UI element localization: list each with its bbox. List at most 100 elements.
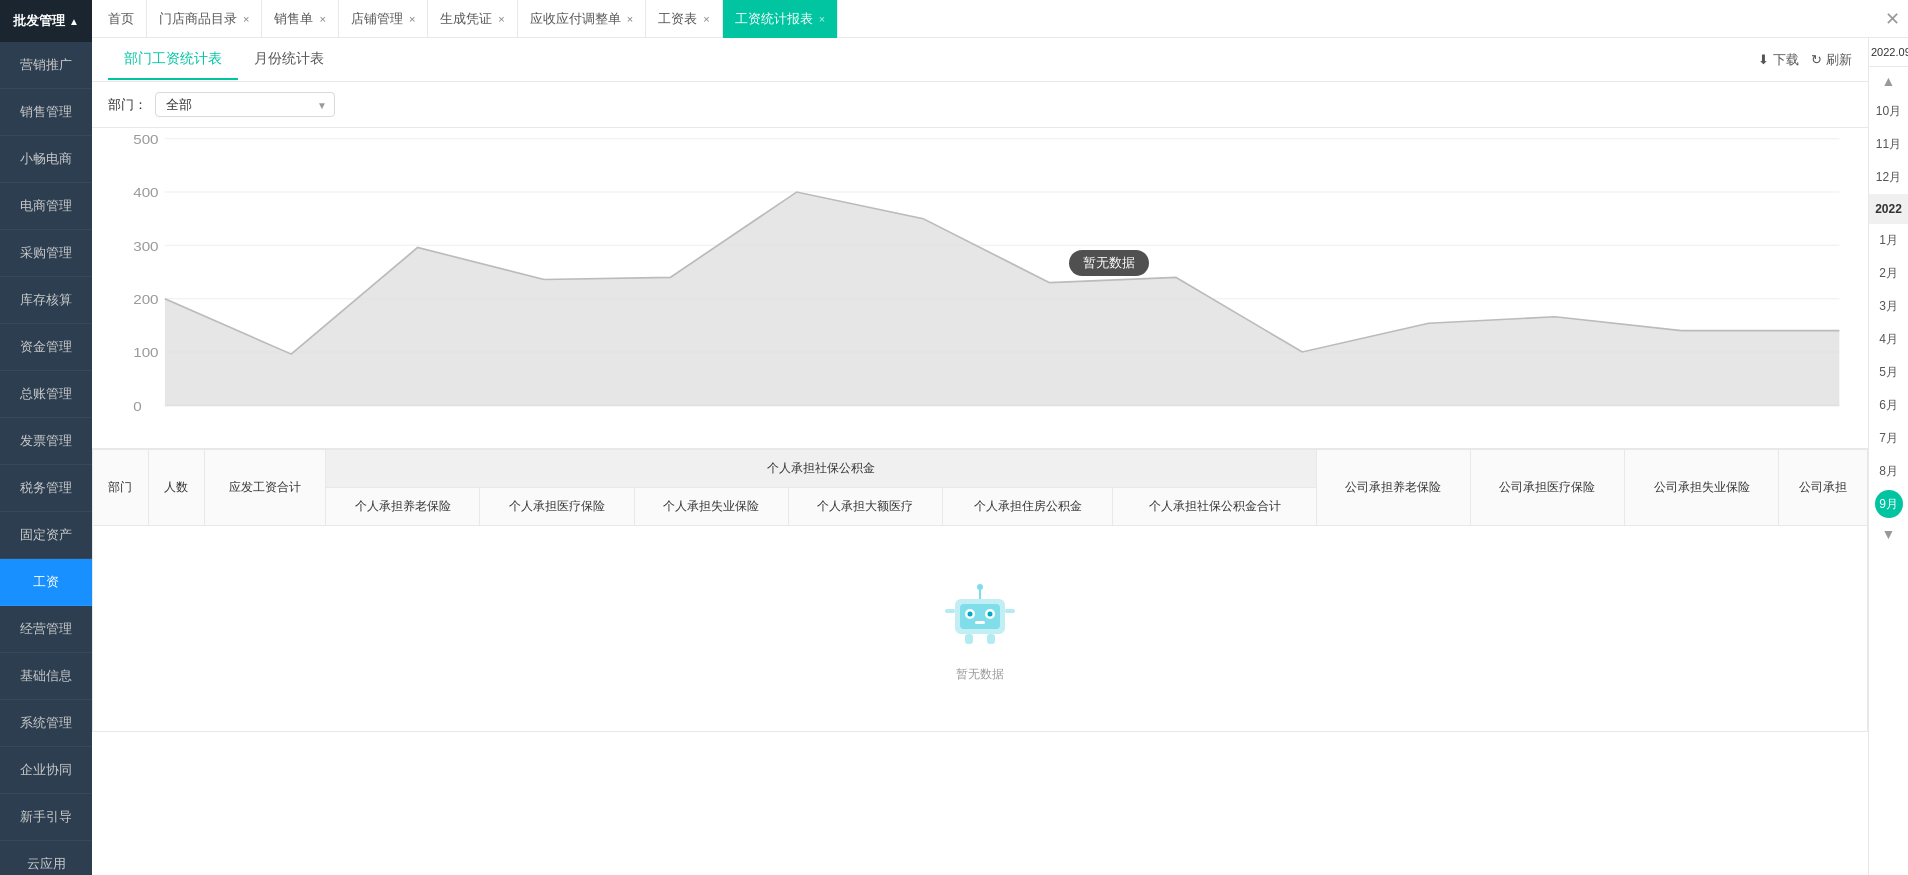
tab-label-home: 首页 bbox=[108, 10, 134, 28]
rs-month-11月[interactable]: 11月 bbox=[1869, 128, 1908, 161]
download-label: 下载 bbox=[1773, 51, 1799, 69]
tab-produce-cert[interactable]: 生成凭证× bbox=[428, 0, 517, 38]
table-area[interactable]: 部门 人数 应发工资合计 个人承担社保公积金 公司承担养老保险 公司承担医疗保险… bbox=[92, 448, 1868, 875]
tab-store-catalog[interactable]: 门店商品目录 × bbox=[147, 0, 262, 38]
empty-icon bbox=[940, 574, 1020, 654]
sidebar-item-sales-mgmt[interactable]: 销售管理 bbox=[0, 89, 92, 136]
sidebar-item-ops[interactable]: 经营管理 bbox=[0, 606, 92, 653]
tab-close-sales-order[interactable]: × bbox=[319, 13, 325, 25]
content-area: 部门工资统计表 月份统计表 ⬇ 下载 ↻ 刷新 部门： bbox=[92, 38, 1908, 875]
tab-label-store-catalog: 门店商品目录 bbox=[159, 10, 237, 28]
svg-rect-19 bbox=[975, 621, 985, 624]
rs-month-5月[interactable]: 5月 bbox=[1869, 356, 1908, 389]
download-icon: ⬇ bbox=[1758, 52, 1769, 67]
svg-text:100: 100 bbox=[133, 345, 158, 360]
svg-text:0: 0 bbox=[133, 399, 142, 414]
sidebar-item-sales-promo[interactable]: 营销推广 bbox=[0, 42, 92, 89]
download-button[interactable]: ⬇ 下载 bbox=[1758, 51, 1799, 69]
rs-month-2月[interactable]: 2月 bbox=[1869, 257, 1908, 290]
sidebar-item-guide[interactable]: 新手引导 bbox=[0, 794, 92, 841]
tab-home[interactable]: 首页 bbox=[96, 0, 147, 38]
tab-close-store-catalog[interactable]: × bbox=[243, 13, 249, 25]
rs-month-6月[interactable]: 6月 bbox=[1869, 389, 1908, 422]
main-area: 首页门店商品目录×销售单×店铺管理×生成凭证×应收应付调整单×工资表×工资统计报… bbox=[92, 0, 1908, 875]
tab-month-stats[interactable]: 月份统计表 bbox=[238, 40, 340, 80]
sidebar-item-payroll[interactable]: 工资 bbox=[0, 559, 92, 606]
rs-month-3月[interactable]: 3月 bbox=[1869, 290, 1908, 323]
sidebar-item-finance[interactable]: 资金管理 bbox=[0, 324, 92, 371]
rs-nav-down[interactable]: ▼ bbox=[1869, 520, 1908, 548]
refresh-icon: ↻ bbox=[1811, 52, 1822, 67]
rs-month-12月[interactable]: 12月 bbox=[1869, 161, 1908, 194]
tab-close-produce-cert[interactable]: × bbox=[498, 13, 504, 25]
chart-area: 500 400 300 200 100 0 bbox=[92, 128, 1868, 448]
sidebar-item-fixed-assets[interactable]: 固定资产 bbox=[0, 512, 92, 559]
sidebar: 批发管理 ▲ 营销推广销售管理小畅电商电商管理采购管理库存核算资金管理总账管理发… bbox=[0, 0, 92, 875]
tab-close-payroll-table[interactable]: × bbox=[703, 13, 709, 25]
col-total-wage: 应发工资合计 bbox=[204, 450, 325, 526]
rs-month-8月[interactable]: 8月 bbox=[1869, 455, 1908, 488]
tab-close-ar-adjust[interactable]: × bbox=[627, 13, 633, 25]
rs-header[interactable]: 2022.09 bbox=[1869, 38, 1908, 67]
tab-dept-stats[interactable]: 部门工资统计表 bbox=[108, 40, 238, 80]
rs-month-active[interactable]: 9月 bbox=[1875, 490, 1903, 518]
sidebar-item-sys[interactable]: 系统管理 bbox=[0, 700, 92, 747]
sidebar-item-basics[interactable]: 基础信息 bbox=[0, 653, 92, 700]
tab-label-ar-adjust: 应收应付调整单 bbox=[530, 10, 621, 28]
tab-label-payroll-table: 工资表 bbox=[658, 10, 697, 28]
tab-label-sales-order: 销售单 bbox=[274, 10, 313, 28]
sidebar-item-cloud[interactable]: 云应用 bbox=[0, 841, 92, 875]
tab-close-store-mgmt[interactable]: × bbox=[409, 13, 415, 25]
col-personal-pension: 个人承担养老保险 bbox=[326, 488, 480, 526]
rs-month-7月[interactable]: 7月 bbox=[1869, 422, 1908, 455]
svg-point-17 bbox=[968, 612, 973, 617]
filter-bar: 部门： 全部 ▼ bbox=[92, 82, 1868, 128]
svg-point-21 bbox=[977, 584, 983, 590]
col-company-medical: 公司承担医疗保险 bbox=[1470, 450, 1624, 526]
close-all-tabs-button[interactable]: ✕ bbox=[1885, 8, 1900, 30]
sidebar-item-invoice[interactable]: 发票管理 bbox=[0, 418, 92, 465]
main-content: 部门工资统计表 月份统计表 ⬇ 下载 ↻ 刷新 部门： bbox=[92, 38, 1868, 875]
tab-ar-adjust[interactable]: 应收应付调整单 × bbox=[518, 0, 646, 38]
refresh-button[interactable]: ↻ 刷新 bbox=[1811, 51, 1852, 69]
svg-text:400: 400 bbox=[133, 185, 158, 200]
tab-label-payroll-report: 工资统计报表 bbox=[735, 10, 813, 28]
dept-filter-label: 部门： bbox=[108, 96, 147, 114]
rs-month-10月[interactable]: 10月 bbox=[1869, 95, 1908, 128]
col-company-other: 公司承担 bbox=[1779, 450, 1868, 526]
rs-nav-up[interactable]: ▲ bbox=[1869, 67, 1908, 95]
dept-select-wrapper: 全部 ▼ bbox=[155, 92, 335, 117]
sidebar-item-ecom-mgmt[interactable]: 电商管理 bbox=[0, 183, 92, 230]
refresh-label: 刷新 bbox=[1826, 51, 1852, 69]
rs-month-1月[interactable]: 1月 bbox=[1869, 224, 1908, 257]
rs-month-4月[interactable]: 4月 bbox=[1869, 323, 1908, 356]
sidebar-arrow-icon: ▲ bbox=[69, 16, 79, 27]
tab-sales-order[interactable]: 销售单 × bbox=[262, 0, 338, 38]
sidebar-item-corp[interactable]: 企业协同 bbox=[0, 747, 92, 794]
col-dept: 部门 bbox=[93, 450, 149, 526]
col-personal-major-medical: 个人承担大额医疗 bbox=[788, 488, 942, 526]
sidebar-item-inventory[interactable]: 库存核算 bbox=[0, 277, 92, 324]
data-table: 部门 人数 应发工资合计 个人承担社保公积金 公司承担养老保险 公司承担医疗保险… bbox=[92, 449, 1868, 732]
svg-point-18 bbox=[988, 612, 993, 617]
right-sidebar: 2022.09 ▲ 10月11月12月20221月2月3月4月5月6月7月8月9… bbox=[1868, 38, 1908, 875]
sub-tabs: 部门工资统计表 月份统计表 bbox=[108, 40, 340, 80]
sidebar-header[interactable]: 批发管理 ▲ bbox=[0, 0, 92, 42]
svg-text:300: 300 bbox=[133, 239, 158, 254]
sidebar-item-purchase[interactable]: 采购管理 bbox=[0, 230, 92, 277]
tab-close-payroll-report[interactable]: × bbox=[819, 13, 825, 25]
tab-payroll-table[interactable]: 工资表 × bbox=[646, 0, 722, 38]
sidebar-item-tax[interactable]: 税务管理 bbox=[0, 465, 92, 512]
empty-state: 暂无数据 bbox=[101, 534, 1859, 723]
sidebar-item-xiaochang[interactable]: 小畅电商 bbox=[0, 136, 92, 183]
tab-payroll-report[interactable]: 工资统计报表 × bbox=[723, 0, 838, 38]
chart-svg: 500 400 300 200 100 0 bbox=[108, 128, 1852, 448]
col-personal-unemployment: 个人承担失业保险 bbox=[634, 488, 788, 526]
tab-label-store-mgmt: 店铺管理 bbox=[351, 10, 403, 28]
col-company-unemployment: 公司承担失业保险 bbox=[1625, 450, 1779, 526]
dept-select[interactable]: 全部 bbox=[155, 92, 335, 117]
svg-rect-23 bbox=[1005, 609, 1015, 613]
col-company-pension: 公司承担养老保险 bbox=[1316, 450, 1470, 526]
tab-store-mgmt[interactable]: 店铺管理 × bbox=[339, 0, 428, 38]
sidebar-item-ledger[interactable]: 总账管理 bbox=[0, 371, 92, 418]
